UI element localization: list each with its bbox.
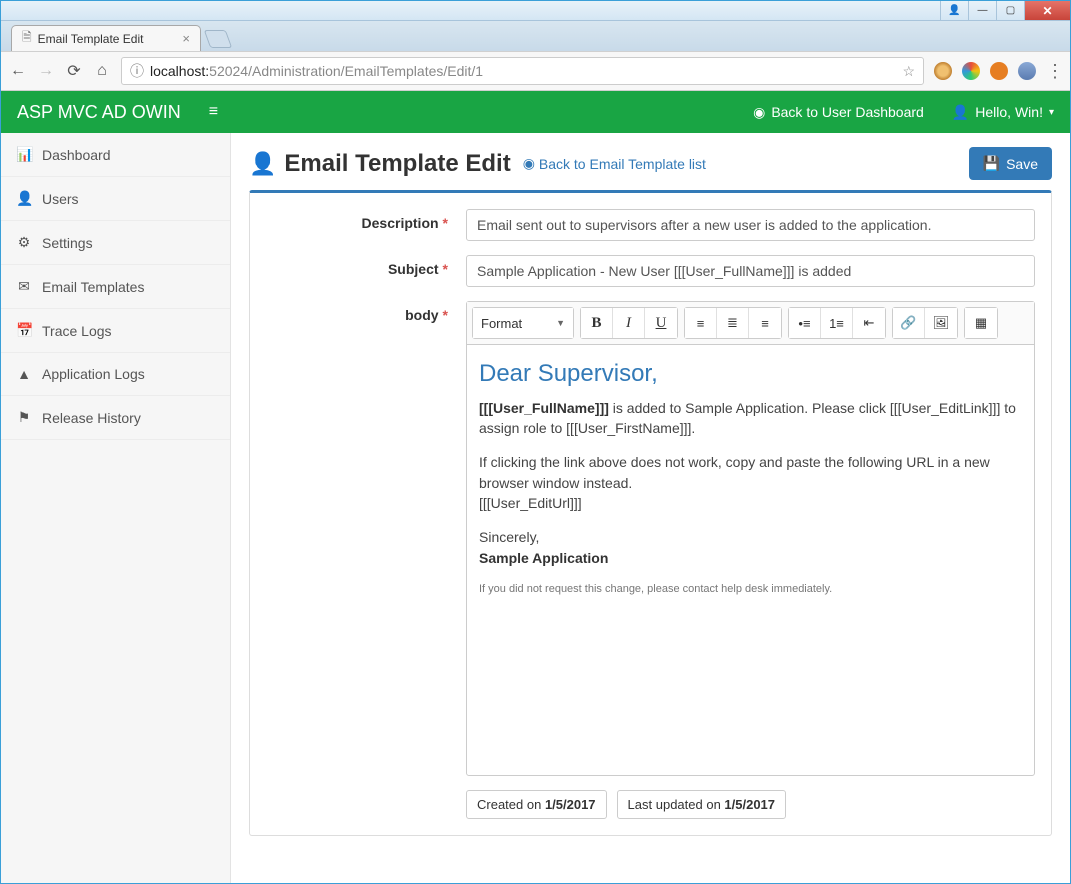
align-center-button[interactable]: ≣ (717, 308, 749, 338)
link-button[interactable]: 🔗 (893, 308, 925, 338)
sidebar-item-settings[interactable]: ⚙ Settings (1, 221, 230, 265)
bold-button[interactable]: B (581, 308, 613, 338)
users-icon: 👤 (16, 190, 32, 207)
flag-icon: ⚑ (16, 409, 32, 426)
extension-icon[interactable] (962, 62, 980, 80)
description-input[interactable] (466, 209, 1035, 241)
browser-window: 👤 — ▢ ✕ Email Template Edit × ⓘ localhos… (0, 0, 1071, 884)
back-circle-icon: ◉ (753, 104, 765, 121)
bookmark-star-icon[interactable]: ☆ (902, 63, 915, 80)
sidebar-item-label: Users (42, 191, 79, 207)
sidebar-item-users[interactable]: 👤 Users (1, 177, 230, 221)
editor-toolbar: Format B I U ≡ ≣ ≡ (467, 302, 1034, 345)
url-host: localhost: (150, 63, 209, 79)
updated-on-box: Last updated on 1/5/2017 (617, 790, 786, 819)
app-root: ASP MVC AD OWIN ≡ ◉ Back to User Dashboa… (1, 91, 1070, 883)
rich-text-editor: Format B I U ≡ ≣ ≡ (466, 301, 1035, 776)
gear-icon: ⚙ (16, 234, 32, 251)
os-titlebar: 👤 — ▢ ✕ (1, 1, 1070, 21)
dashboard-icon: 📊 (16, 146, 32, 163)
page-icon (22, 28, 32, 49)
sidebar-item-label: Release History (42, 410, 141, 426)
sidebar-item-release-history[interactable]: ⚑ Release History (1, 396, 230, 440)
editor-content[interactable]: Dear Supervisor, [[[User_FullName]]] is … (467, 345, 1034, 775)
browser-tabstrip: Email Template Edit × (1, 21, 1070, 51)
site-info-icon[interactable]: ⓘ (130, 61, 144, 81)
tab-title: Email Template Edit (38, 32, 144, 46)
main-content: 👤Email Template Edit ◉ Back to Email Tem… (231, 133, 1070, 883)
chrome-menu-icon[interactable]: ⋮ (1046, 61, 1062, 82)
description-label: Description* (266, 209, 466, 231)
address-bar[interactable]: ⓘ localhost:52024/Administration/EmailTe… (121, 57, 924, 85)
chevron-down-icon: ▾ (1049, 107, 1054, 118)
extension-icon[interactable] (990, 62, 1008, 80)
sidebar-item-label: Application Logs (42, 366, 145, 382)
close-window-button[interactable]: ✕ (1024, 1, 1070, 20)
maximize-button[interactable]: ▢ (996, 1, 1024, 20)
sidebar-item-label: Trace Logs (42, 323, 112, 339)
save-icon: 💾 (983, 155, 1000, 172)
sidebar: 📊 Dashboard 👤 Users ⚙ Settings ✉ Email Templ… (1, 133, 231, 883)
align-left-button[interactable]: ≡ (685, 308, 717, 338)
user-menu[interactable]: 👤 Hello, Win! ▾ (952, 104, 1054, 121)
back-button[interactable] (9, 62, 27, 80)
sidebar-item-label: Settings (42, 235, 93, 251)
envelope-icon: ✉ (16, 278, 32, 295)
unordered-list-button[interactable]: •≡ (789, 308, 821, 338)
page-header: 👤Email Template Edit ◉ Back to Email Tem… (249, 147, 1052, 180)
browser-toolbar: ⓘ localhost:52024/Administration/EmailTe… (1, 51, 1070, 91)
sidebar-item-label: Email Templates (42, 279, 144, 295)
save-button[interactable]: 💾 Save (969, 147, 1052, 180)
warning-icon: ▲ (16, 366, 32, 382)
sidebar-item-application-logs[interactable]: ▲ Application Logs (1, 353, 230, 396)
tab-close-icon[interactable]: × (182, 31, 190, 46)
reload-button[interactable] (65, 61, 83, 81)
subject-label: Subject* (266, 255, 466, 277)
forward-button (37, 62, 55, 80)
back-to-list-link[interactable]: ◉ Back to Email Template list (523, 155, 706, 172)
user-account-button[interactable]: 👤 (940, 1, 968, 20)
user-icon: 👤 (952, 104, 969, 121)
image-button[interactable]: 🖼 (925, 308, 957, 338)
sidebar-item-label: Dashboard (42, 147, 111, 163)
app-topbar: ASP MVC AD OWIN ≡ ◉ Back to User Dashboa… (1, 91, 1070, 133)
created-on-box: Created on 1/5/2017 (466, 790, 607, 819)
ordered-list-button[interactable]: 1≡ (821, 308, 853, 338)
brand-title: ASP MVC AD OWIN (17, 102, 181, 123)
format-dropdown[interactable]: Format (473, 308, 573, 338)
back-to-dashboard-link[interactable]: ◉ Back to User Dashboard (753, 104, 924, 121)
browser-tab[interactable]: Email Template Edit × (11, 25, 201, 51)
underline-button[interactable]: U (645, 308, 677, 338)
calendar-icon: 📅 (16, 322, 32, 339)
sidebar-toggle-icon[interactable]: ≡ (209, 103, 218, 121)
table-button[interactable]: ▦ (965, 308, 997, 338)
outdent-button[interactable]: ⇤ (853, 308, 885, 338)
sidebar-item-email-templates[interactable]: ✉ Email Templates (1, 265, 230, 309)
form-panel: Description* Subject* body* Format (249, 190, 1052, 836)
align-right-button[interactable]: ≡ (749, 308, 781, 338)
italic-button[interactable]: I (613, 308, 645, 338)
body-label: body* (266, 301, 466, 323)
new-tab-button[interactable] (204, 30, 233, 48)
meta-row: Created on 1/5/2017 Last updated on 1/5/… (466, 790, 1035, 819)
minimize-button[interactable]: — (968, 1, 996, 20)
extension-icon[interactable] (1018, 62, 1036, 80)
body-heading: Dear Supervisor, (479, 357, 1022, 392)
page-title: 👤Email Template Edit (249, 150, 511, 178)
extension-icon[interactable] (934, 62, 952, 80)
body-token: [[[User_FullName]]] (479, 400, 609, 416)
home-button[interactable] (93, 62, 111, 80)
user-icon: 👤 (249, 151, 276, 177)
url-path: 52024/Administration/EmailTemplates/Edit… (209, 63, 483, 79)
subject-input[interactable] (466, 255, 1035, 287)
back-circle-icon: ◉ (523, 155, 535, 172)
body-footer: If you did not request this change, plea… (479, 582, 1022, 598)
sidebar-item-dashboard[interactable]: 📊 Dashboard (1, 133, 230, 177)
sidebar-item-trace-logs[interactable]: 📅 Trace Logs (1, 309, 230, 353)
